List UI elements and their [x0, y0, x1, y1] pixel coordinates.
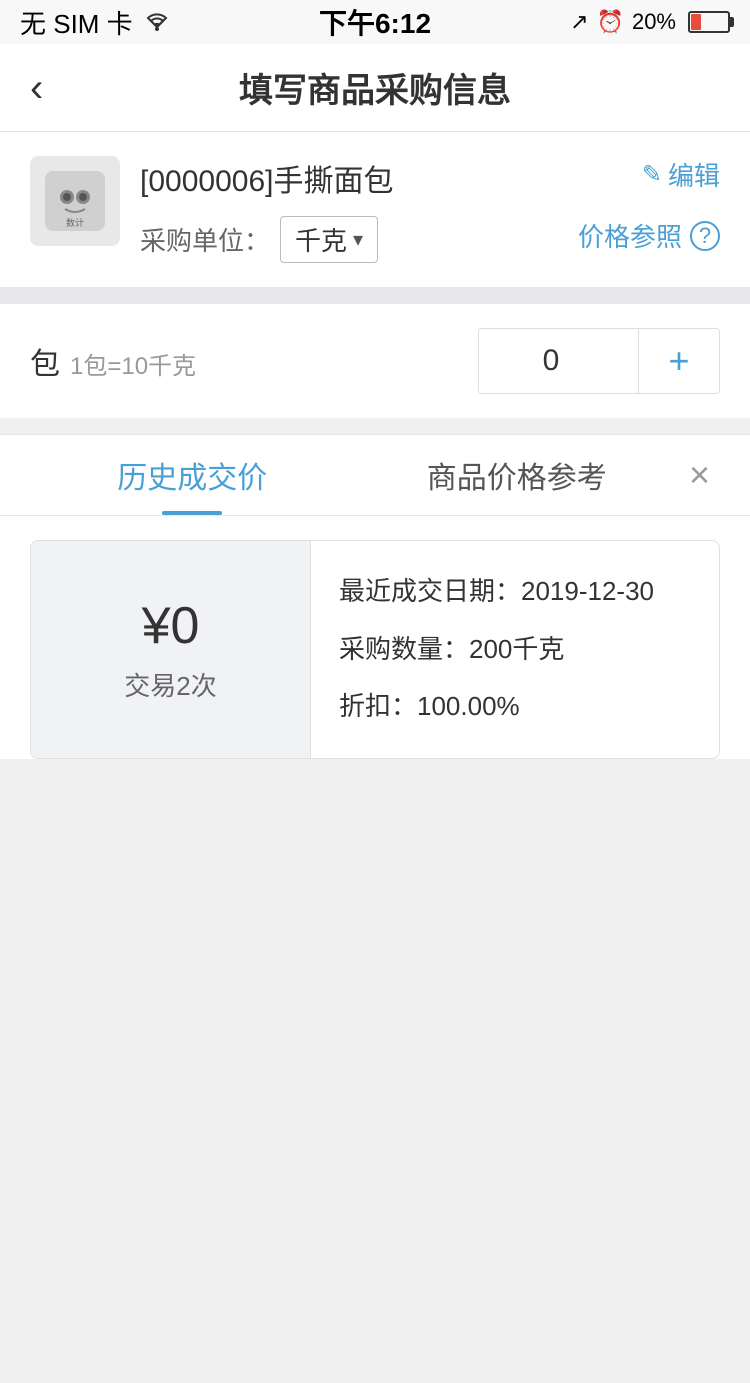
battery-text: 20% [632, 9, 676, 35]
location-icon: ↗ [570, 9, 588, 35]
alarm-icon: ⏰ [597, 9, 624, 35]
product-name: [0000006]手撕面包 [140, 156, 393, 200]
status-right: ↗ ⏰ 20% [570, 9, 730, 35]
product-image: 数计 [30, 156, 120, 246]
tab-close-button[interactable]: × [679, 454, 720, 496]
tabs-section: 历史成交价 商品价格参考 × ¥0 交易2次 最近成交日期：2019-12-30… [0, 434, 750, 759]
page-title: 填写商品采购信息 [239, 63, 511, 112]
quantity-detail-label: 采购数量： [339, 634, 469, 664]
edit-icon: ✎ [642, 160, 662, 189]
history-detail-section: 最近成交日期：2019-12-30 采购数量：200千克 折扣：100.00% [311, 541, 719, 758]
svg-text:数计: 数计 [66, 217, 84, 228]
discount-label: 折扣： [339, 691, 417, 721]
product-info: [0000006]手撕面包 采购单位： 千克 ▾ [140, 156, 393, 263]
history-price-section: ¥0 交易2次 [31, 541, 311, 758]
tabs-header: 历史成交价 商品价格参考 × [0, 435, 750, 516]
main-content-area [0, 783, 750, 1383]
quantity-detail-value: 200千克 [469, 634, 564, 664]
currency-symbol: ¥ [142, 597, 171, 655]
quantity-row-detail: 采购数量：200千克 [339, 629, 691, 671]
price-number: 0 [171, 597, 200, 655]
unit-label: 采购单位： [140, 221, 270, 258]
edit-label: 编辑 [668, 156, 720, 193]
quantity-control: + [478, 328, 720, 394]
product-unit-row: 采购单位： 千克 ▾ [140, 216, 393, 263]
tab-reference-label: 商品价格参考 [427, 453, 607, 497]
history-card: ¥0 交易2次 最近成交日期：2019-12-30 采购数量：200千克 折扣：… [30, 540, 720, 759]
edit-button[interactable]: ✎ 编辑 [642, 156, 720, 193]
quantity-input[interactable] [479, 329, 639, 393]
tab-price-reference[interactable]: 商品价格参考 [354, 435, 678, 515]
carrier-text: 无 SIM 卡 [20, 4, 133, 41]
tab-active-underline [162, 511, 222, 515]
history-trades-count: 交易2次 [124, 666, 216, 703]
recent-date-label: 最近成交日期： [339, 576, 521, 606]
discount-row: 折扣：100.00% [339, 686, 691, 728]
quantity-plus-button[interactable]: + [639, 329, 719, 393]
history-price-value: ¥0 [142, 596, 200, 656]
quantity-label: 包 1包=10千克 [30, 339, 196, 383]
discount-value: 100.00% [417, 691, 520, 721]
product-logo-icon: 数计 [45, 171, 105, 231]
battery-icon [688, 11, 730, 33]
recent-date-row: 最近成交日期：2019-12-30 [339, 571, 691, 613]
wifi-icon [143, 7, 171, 38]
back-button[interactable]: ‹ [30, 68, 43, 108]
price-ref-button[interactable]: 价格参照 ? [578, 217, 720, 254]
section-divider [0, 288, 750, 304]
unit-value: 千克 [295, 221, 347, 258]
product-card: 数计 [0000006]手撕面包 采购单位： 千克 ▾ ✎ 编辑 [0, 132, 750, 288]
qty-unit: 包 [30, 339, 60, 383]
status-left: 无 SIM 卡 [20, 4, 171, 41]
quantity-row: 包 1包=10千克 + [0, 304, 750, 418]
tab-history-label: 历史成交价 [117, 453, 267, 497]
tab-history-price[interactable]: 历史成交价 [30, 435, 354, 515]
dropdown-arrow-icon: ▾ [353, 227, 363, 252]
price-ref-help-icon[interactable]: ? [690, 221, 720, 251]
product-right-col: ✎ 编辑 价格参照 ? [578, 156, 720, 254]
status-bar: 无 SIM 卡 下午6:12 ↗ ⏰ 20% [0, 0, 750, 44]
recent-date-value: 2019-12-30 [521, 576, 654, 606]
price-ref-label: 价格参照 [578, 217, 682, 254]
nav-bar: ‹ 填写商品采购信息 [0, 44, 750, 132]
qty-conversion: 1包=10千克 [70, 346, 196, 381]
product-left: 数计 [0000006]手撕面包 采购单位： 千克 ▾ [30, 156, 393, 263]
unit-select[interactable]: 千克 ▾ [280, 216, 378, 263]
status-time: 下午6:12 [319, 2, 431, 42]
